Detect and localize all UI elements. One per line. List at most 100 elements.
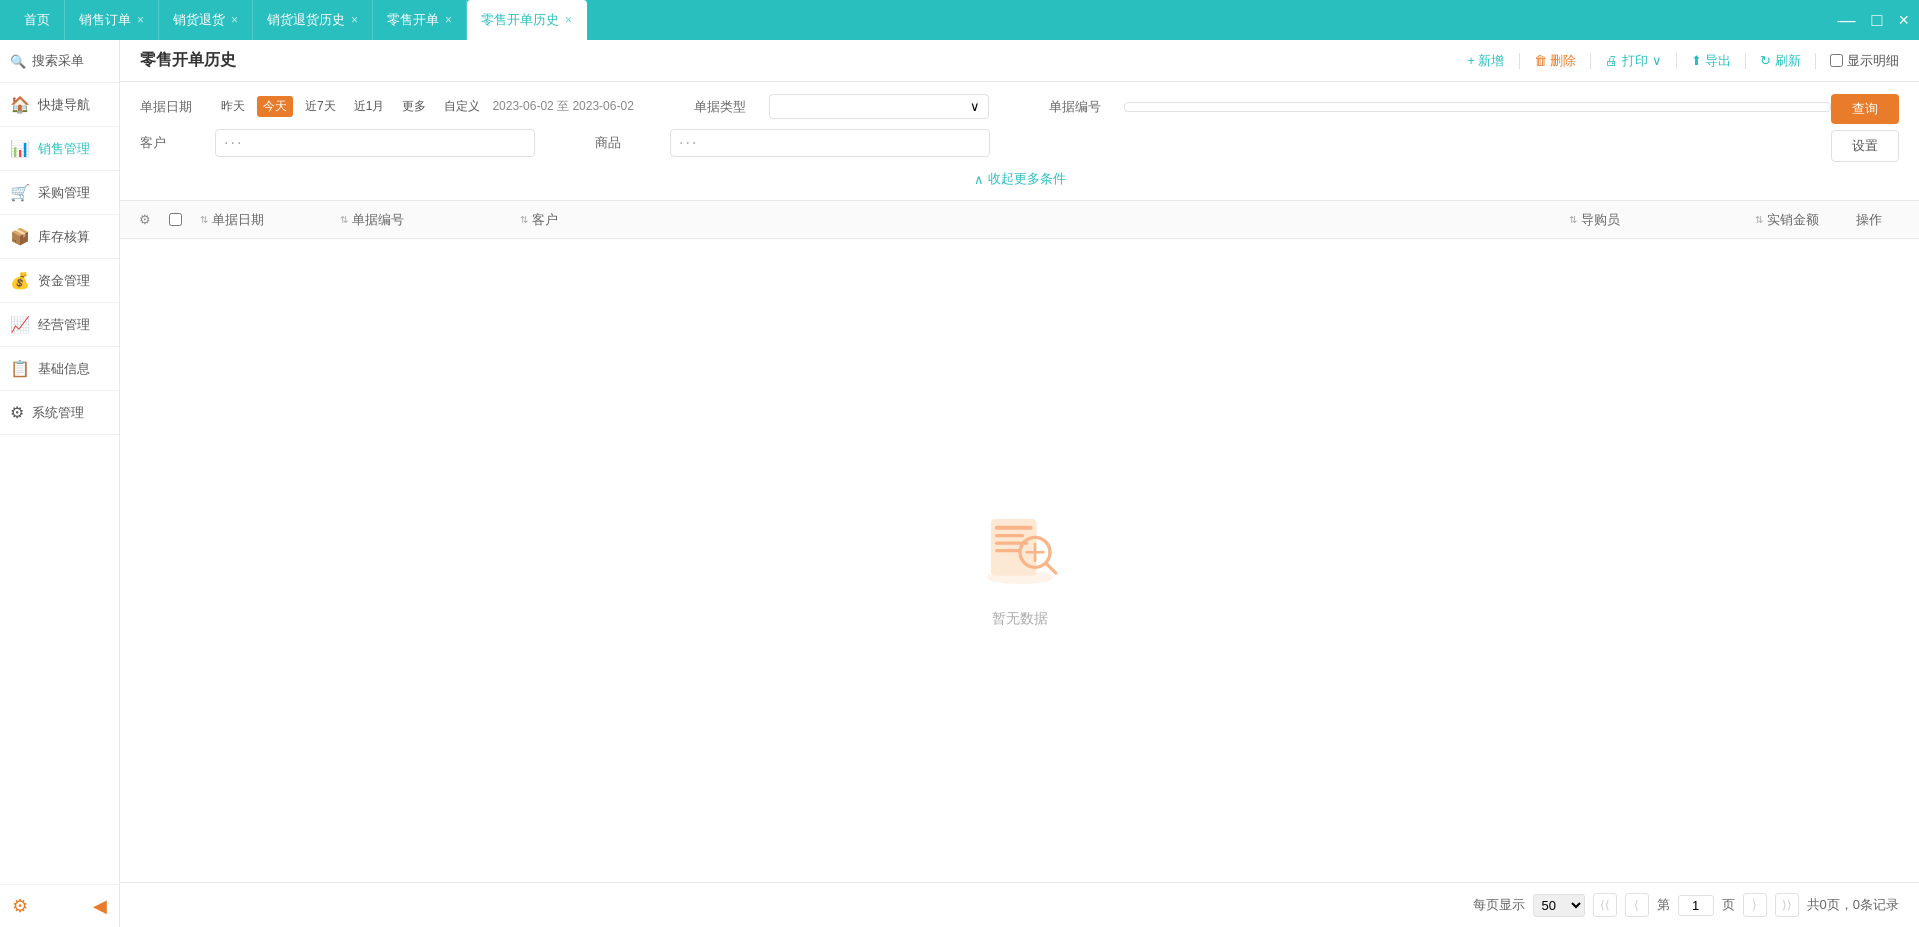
tab-sales-return[interactable]: 销货退货 ×: [159, 0, 253, 40]
export-button[interactable]: ⬆ 导出: [1691, 52, 1732, 70]
customer-filter-label: 客户: [140, 134, 195, 152]
sidebar-item-inventory[interactable]: 📦 库存核算: [0, 215, 119, 259]
display-detail-label: 显示明细: [1847, 52, 1899, 70]
print-dropdown-icon[interactable]: ∨: [1652, 53, 1662, 68]
page-label: 第: [1657, 896, 1670, 914]
goods-filter-input[interactable]: ···: [670, 129, 990, 157]
tab-home[interactable]: 首页: [10, 0, 65, 40]
per-page-label: 每页显示: [1473, 896, 1525, 914]
filter-area: 单据日期 昨天 今天 近7天 近1月 更多 自定义 2023-06-02 至 2…: [120, 82, 1919, 201]
display-detail-checkbox[interactable]: [1830, 54, 1843, 67]
gear-icon: ⚙: [10, 403, 24, 422]
svg-rect-2: [995, 525, 1033, 529]
add-button[interactable]: + 新增: [1467, 52, 1504, 70]
col-guide-label: 导购员: [1581, 211, 1620, 229]
col-customer[interactable]: ⇅ 客户: [510, 211, 1559, 229]
refresh-button[interactable]: ↻ 刷新: [1760, 52, 1801, 70]
select-all-checkbox[interactable]: [169, 213, 182, 226]
prev-page-button[interactable]: ⟨: [1625, 893, 1649, 917]
date-1month-btn[interactable]: 近1月: [348, 96, 391, 117]
col-action: 操作: [1829, 211, 1909, 229]
col-date-label: 单据日期: [212, 211, 264, 229]
sort-icon: ⇅: [1569, 214, 1577, 225]
delete-button[interactable]: 🗑 删除: [1534, 52, 1577, 70]
tab-sales-return-label: 销货退货: [173, 11, 225, 29]
collapse-icon[interactable]: ◀: [93, 895, 107, 917]
date-yesterday-btn[interactable]: 昨天: [215, 96, 251, 117]
sort-icon: ⇅: [1755, 214, 1763, 225]
last-page-button[interactable]: ⟩⟩: [1775, 893, 1799, 917]
type-filter-select[interactable]: ∨: [769, 94, 989, 119]
filter-row-2: 客户 ··· 商品 ···: [140, 129, 1831, 157]
first-page-button[interactable]: ⟨⟨: [1593, 893, 1617, 917]
date-custom-btn[interactable]: 自定义: [438, 96, 486, 117]
tab-sales-order[interactable]: 销售订单 ×: [65, 0, 159, 40]
query-button[interactable]: 查询: [1831, 94, 1899, 124]
print-button[interactable]: 🖨 打印 ∨: [1605, 52, 1662, 70]
sidebar-item-label: 库存核算: [38, 228, 90, 246]
sidebar-item-purchase-mgmt[interactable]: 🛒 采购管理: [0, 171, 119, 215]
table-select-all[interactable]: [160, 213, 190, 226]
sort-icon: ⇅: [520, 214, 528, 225]
tab-retail-open-history[interactable]: 零售开单历史 ×: [467, 0, 587, 40]
divider: [1519, 53, 1520, 69]
tab-sales-return-history[interactable]: 销货退货历史 ×: [253, 0, 373, 40]
empty-illustration: [970, 494, 1070, 594]
doc-icon: 📋: [10, 359, 30, 378]
sidebar-item-operations[interactable]: 📈 经营管理: [0, 303, 119, 347]
sidebar-item-label: 系统管理: [32, 404, 84, 422]
display-detail-toggle[interactable]: 显示明细: [1830, 52, 1899, 70]
sidebar-item-sales-mgmt[interactable]: 📊 销售管理: [0, 127, 119, 171]
add-label: + 新增: [1467, 52, 1504, 70]
sort-icon: ⇅: [200, 214, 208, 225]
close-icon[interactable]: ×: [137, 13, 144, 27]
per-page-select[interactable]: 50 10 20 100: [1533, 894, 1585, 917]
main-layout: 🔍 搜索采单 🏠 快捷导航 📊 销售管理 🛒 采购管理 📦 库存核算 💰 资金管…: [0, 40, 1919, 927]
minimize-button[interactable]: —: [1838, 10, 1856, 31]
sidebar-item-base-info[interactable]: 📋 基础信息: [0, 347, 119, 391]
action-buttons: 查询 设置: [1831, 94, 1899, 162]
no-filter-input[interactable]: [1124, 102, 1831, 112]
close-icon[interactable]: ×: [565, 13, 572, 27]
divider: [1590, 53, 1591, 69]
page-suffix: 页: [1722, 896, 1735, 914]
col-action-label: 操作: [1856, 211, 1882, 229]
col-amount[interactable]: ⇅ 实销金额: [1709, 211, 1829, 229]
cart-icon: 🛒: [10, 183, 30, 202]
chart-icon: 📊: [10, 139, 30, 158]
col-date[interactable]: ⇅ 单据日期: [190, 211, 330, 229]
sidebar-item-finance[interactable]: 💰 资金管理: [0, 259, 119, 303]
tab-retail-open[interactable]: 零售开单 ×: [373, 0, 467, 40]
more-conditions-toggle[interactable]: ∧ 收起更多条件: [140, 170, 1899, 188]
sidebar-search[interactable]: 🔍 搜索采单: [0, 40, 119, 83]
empty-state: 暂无数据: [120, 239, 1919, 882]
filter-fields: 单据日期 昨天 今天 近7天 近1月 更多 自定义 2023-06-02 至 2…: [140, 94, 1831, 157]
close-icon[interactable]: ×: [445, 13, 452, 27]
customer-filter-input[interactable]: ···: [215, 129, 535, 157]
sidebar-item-system[interactable]: ⚙ 系统管理: [0, 391, 119, 435]
no-filter-label: 单据编号: [1049, 98, 1104, 116]
sidebar-item-quick-nav[interactable]: 🏠 快捷导航: [0, 83, 119, 127]
close-button[interactable]: ×: [1898, 10, 1909, 31]
col-no[interactable]: ⇅ 单据编号: [330, 211, 510, 229]
tab-retail-open-history-label: 零售开单历史: [481, 11, 559, 29]
close-icon[interactable]: ×: [231, 13, 238, 27]
next-page-button[interactable]: ⟩: [1743, 893, 1767, 917]
goods-filter-label: 商品: [595, 134, 650, 152]
setting-button[interactable]: 设置: [1831, 130, 1899, 162]
page-input[interactable]: [1678, 895, 1714, 916]
date-more-btn[interactable]: 更多: [396, 96, 432, 117]
settings-icon[interactable]: ⚙: [12, 895, 28, 917]
col-amount-label: 实销金额: [1767, 211, 1819, 229]
filter-dates: 昨天 今天 近7天 近1月 更多 自定义 2023-06-02 至 2023-0…: [215, 96, 634, 117]
gear-icon: ⚙: [139, 212, 151, 227]
maximize-button[interactable]: □: [1872, 10, 1883, 31]
col-guide[interactable]: ⇅ 导购员: [1559, 211, 1709, 229]
date-7days-btn[interactable]: 近7天: [299, 96, 342, 117]
empty-text: 暂无数据: [992, 610, 1048, 628]
sidebar-item-label: 采购管理: [38, 184, 90, 202]
date-today-btn[interactable]: 今天: [257, 96, 293, 117]
sidebar-item-label: 资金管理: [38, 272, 90, 290]
table-settings-icon[interactable]: ⚙: [130, 212, 160, 227]
close-icon[interactable]: ×: [351, 13, 358, 27]
